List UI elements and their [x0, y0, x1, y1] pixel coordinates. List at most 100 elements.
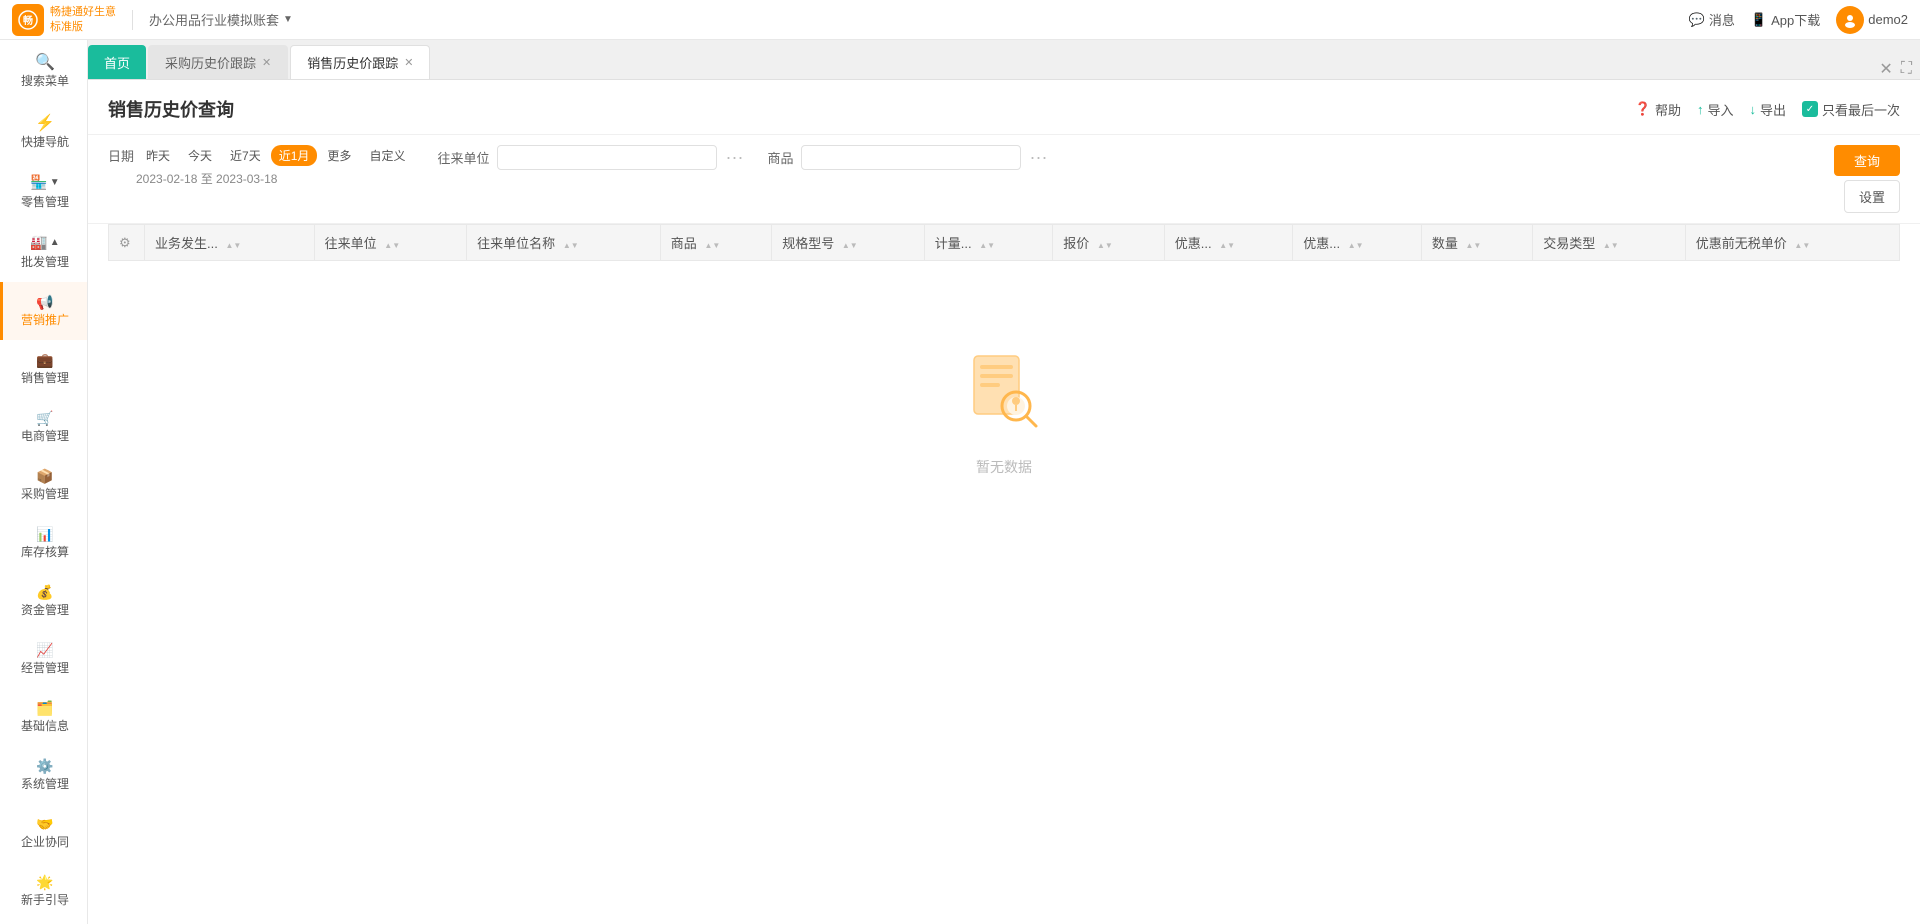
- tab-close-purchase[interactable]: ✕: [262, 56, 271, 69]
- th-quote: 报价 ▲▼: [1053, 225, 1164, 261]
- top-bar-right: 💬 消息 📱 App下载 demo2: [1689, 6, 1908, 34]
- main-layout: 🔍 搜索菜单 ⚡ 快捷导航 🏪 ▼ 零售管理 🏭 ▲ 批发管理 📢 营销推广: [0, 40, 1920, 924]
- sidebar-item-basic[interactable]: 🗂️ 基础信息: [0, 688, 87, 746]
- workspace-selector[interactable]: 办公用品行业模拟账套 ▼: [149, 10, 293, 29]
- merchant-input[interactable]: [497, 145, 717, 170]
- sort-arrows-bizdate[interactable]: ▲▼: [225, 241, 241, 250]
- table-container: ⚙ 业务发生... ▲▼ 往来单位 ▲▼ 往来单位名称: [88, 224, 1920, 557]
- th-trade-type: 交易类型 ▲▼: [1533, 225, 1686, 261]
- message-button[interactable]: 💬 消息: [1689, 10, 1735, 29]
- sidebar-item-operations[interactable]: 📈 经营管理: [0, 630, 87, 688]
- date-opt-more[interactable]: 更多: [319, 145, 359, 166]
- import-icon: ↑: [1697, 102, 1704, 117]
- merchant-dots-icon[interactable]: ···: [725, 147, 743, 168]
- export-button[interactable]: ↓ 导出: [1749, 100, 1786, 119]
- sidebar-item-quicknav[interactable]: ⚡ 快捷导航: [0, 101, 87, 162]
- close-tab-button[interactable]: ✕: [1879, 59, 1892, 79]
- settings-button[interactable]: 设置: [1844, 180, 1900, 213]
- sort-arrows-trade[interactable]: ▲▼: [1603, 241, 1619, 250]
- date-range-label: 2023-02-18 至 2023-03-18: [136, 170, 413, 187]
- date-opt-7days[interactable]: 近7天: [222, 145, 269, 166]
- sort-arrows-discount1[interactable]: ▲▼: [1219, 241, 1235, 250]
- query-block: 查询 设置: [1834, 145, 1900, 213]
- sidebar-item-guide[interactable]: 🌟 新手引导: [0, 862, 87, 920]
- chevron-down-icon: ▼: [50, 177, 60, 188]
- help-button[interactable]: ❓ 帮助: [1635, 100, 1681, 119]
- data-table: ⚙ 业务发生... ▲▼ 往来单位 ▲▼ 往来单位名称: [108, 224, 1900, 261]
- sort-arrows-merchant-name[interactable]: ▲▼: [563, 241, 579, 250]
- empty-state: 暂无数据: [108, 261, 1900, 557]
- sort-arrows-spec[interactable]: ▲▼: [842, 241, 858, 250]
- sidebar-item-collab[interactable]: 🤝 企业协同: [0, 804, 87, 862]
- th-unit: 计量... ▲▼: [924, 225, 1053, 261]
- sidebar-item-purchase[interactable]: 📦 采购管理: [0, 456, 87, 514]
- logo-icon: 畅: [12, 4, 44, 36]
- th-merchant-code: 往来单位 ▲▼: [314, 225, 467, 261]
- sort-arrows-unit[interactable]: ▲▼: [979, 241, 995, 250]
- date-opt-yesterday[interactable]: 昨天: [138, 145, 178, 166]
- date-filter: 日期 昨天 今天 近7天 近1月 更多 自定义 2023-02-18 至 202…: [108, 145, 413, 187]
- sort-arrows-qty[interactable]: ▲▼: [1465, 241, 1481, 250]
- chevron-down-icon: ▼: [283, 14, 293, 25]
- manage-icon: 📈: [7, 642, 83, 659]
- sidebar: 🔍 搜索菜单 ⚡ 快捷导航 🏪 ▼ 零售管理 🏭 ▲ 批发管理 📢 营销推广: [0, 40, 88, 924]
- sort-arrows-merchant[interactable]: ▲▼: [384, 241, 400, 250]
- app-download-button[interactable]: 📱 App下载: [1751, 10, 1820, 29]
- wholesale-icon: 🏭: [30, 234, 47, 251]
- empty-icon: [954, 341, 1054, 441]
- th-biz-date: 业务发生... ▲▼: [145, 225, 315, 261]
- purchase-icon: 📦: [7, 468, 83, 485]
- tab-close-sales[interactable]: ✕: [404, 56, 413, 69]
- phone-icon: 📱: [1751, 12, 1767, 28]
- date-opt-custom[interactable]: 自定义: [361, 145, 413, 166]
- chevron-up-icon: ▲: [50, 237, 60, 248]
- th-qty: 数量 ▲▼: [1421, 225, 1532, 261]
- maximize-button[interactable]: ⛶: [1901, 60, 1912, 78]
- import-button[interactable]: ↑ 导入: [1697, 100, 1734, 119]
- only-last-toggle[interactable]: ✓ 只看最后一次: [1802, 100, 1900, 119]
- sidebar-item-system[interactable]: ⚙️ 系统管理: [0, 746, 87, 804]
- username-label: demo2: [1868, 12, 1908, 27]
- empty-text: 暂无数据: [976, 457, 1032, 477]
- top-bar-left: 畅 畅捷通好生意 标准版 办公用品行业模拟账套 ▼: [12, 4, 293, 36]
- checkbox-icon: ✓: [1802, 101, 1818, 117]
- th-merchant-name: 往来单位名称 ▲▼: [467, 225, 661, 261]
- marketing-icon: 📢: [7, 294, 83, 311]
- sidebar-item-wholesale[interactable]: 🏭 ▲ 批发管理: [0, 222, 87, 282]
- th-price-notax: 优惠前无税单价 ▲▼: [1685, 225, 1899, 261]
- merchant-filter: 往来单位 ···: [437, 145, 743, 170]
- date-opt-1month[interactable]: 近1月: [271, 145, 318, 166]
- sidebar-item-sales[interactable]: 💼 销售管理: [0, 340, 87, 398]
- sort-arrows-quote[interactable]: ▲▼: [1097, 241, 1113, 250]
- inventory-icon: 📊: [7, 526, 83, 543]
- sidebar-item-finance[interactable]: 💰 资金管理: [0, 572, 87, 630]
- sidebar-item-search[interactable]: 🔍 搜索菜单: [0, 40, 87, 101]
- page-header: 销售历史价查询 ❓ 帮助 ↑ 导入 ↓ 导出 ✓: [88, 80, 1920, 135]
- tab-home[interactable]: 首页: [88, 45, 146, 79]
- goods-input[interactable]: [801, 145, 1021, 170]
- goods-dots-icon[interactable]: ···: [1029, 147, 1047, 168]
- filter-row: 日期 昨天 今天 近7天 近1月 更多 自定义 2023-02-18 至 202…: [88, 135, 1920, 224]
- sales-icon: 💼: [7, 352, 83, 369]
- logo-text: 畅捷通好生意 标准版: [50, 5, 116, 34]
- th-settings: ⚙: [109, 225, 145, 261]
- date-opt-today[interactable]: 今天: [180, 145, 220, 166]
- sort-arrows-discount2[interactable]: ▲▼: [1348, 241, 1364, 250]
- sidebar-item-retail[interactable]: 🏪 ▼ 零售管理: [0, 162, 87, 222]
- table-settings-icon[interactable]: ⚙: [119, 235, 131, 250]
- page-title: 销售历史价查询: [108, 96, 234, 122]
- sidebar-item-marketing[interactable]: 📢 营销推广: [0, 282, 87, 340]
- user-profile[interactable]: demo2: [1836, 6, 1908, 34]
- query-button[interactable]: 查询: [1834, 145, 1900, 176]
- divider: [132, 10, 133, 30]
- date-options: 昨天 今天 近7天 近1月 更多 自定义: [138, 145, 413, 166]
- sort-arrows-goods[interactable]: ▲▼: [704, 241, 720, 250]
- tab-purchase-history[interactable]: 采购历史价跟踪 ✕: [148, 45, 288, 79]
- sidebar-item-ecommerce[interactable]: 🛒 电商管理: [0, 398, 87, 456]
- tab-sales-history[interactable]: 销售历史价跟踪 ✕: [290, 45, 430, 79]
- sidebar-item-appcenter[interactable]: 🔲 应用中心: [0, 920, 87, 924]
- sort-arrows-price[interactable]: ▲▼: [1794, 241, 1810, 250]
- goods-label: 商品: [767, 148, 793, 167]
- sidebar-item-inventory[interactable]: 📊 库存核算: [0, 514, 87, 572]
- th-discount2: 优惠... ▲▼: [1293, 225, 1422, 261]
